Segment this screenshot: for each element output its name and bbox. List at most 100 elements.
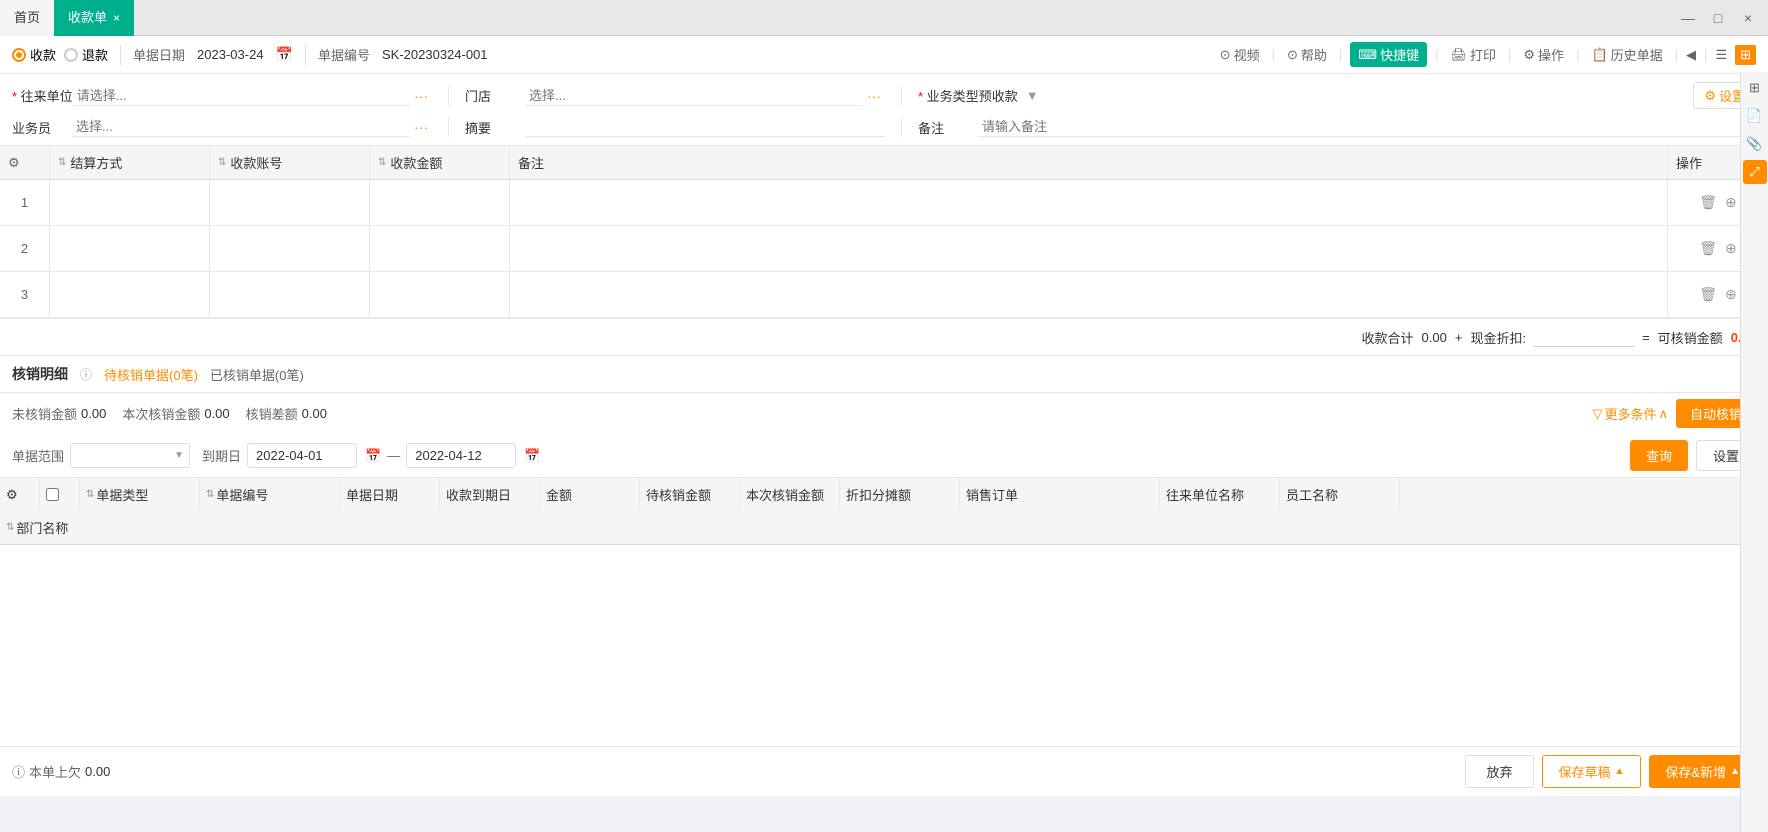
print-btn[interactable]: 🖨 打印 — [1446, 43, 1500, 66]
bottom-bar: ⓘ 本单上欠 0.00 放弃 保存草稿 ▲ 保存&新增 ▲ — [0, 746, 1768, 796]
bth-docdate: 单据日期 — [340, 478, 440, 511]
form-area: 往来单位 ··· 门店 ··· 业务类型 预收款 ▼ ⚙ — [0, 74, 1768, 146]
select-all-checkbox[interactable] — [46, 488, 59, 501]
form-row-1: 往来单位 ··· 门店 ··· 业务类型 预收款 ▼ ⚙ — [12, 82, 1756, 109]
bth-type: ⇅ 单据类型 — [80, 478, 200, 511]
history-icon: 📋 — [1591, 47, 1607, 63]
row-3-settle[interactable] — [50, 272, 210, 317]
filter-icon: ▽ — [1592, 406, 1602, 422]
rp-attachment-icon[interactable]: 📎 — [1743, 132, 1767, 156]
date-from-input[interactable] — [247, 443, 357, 468]
bth-discount: 折扣分摊额 — [840, 478, 960, 511]
row-1-remark[interactable] — [510, 180, 1668, 225]
maximize-button[interactable]: □ — [1706, 6, 1730, 30]
range-select[interactable] — [70, 443, 190, 468]
bth-duedate: 收款到期日 — [440, 478, 540, 511]
tab-bar: 首页 收款单 × — □ × — [0, 0, 1768, 36]
nav-prev-icon[interactable]: ◀ — [1686, 47, 1696, 63]
bth-pending: 待核销金额 — [640, 478, 740, 511]
biz-dropdown-icon[interactable]: ▼ — [1026, 88, 1039, 103]
list-view-icon[interactable]: ☰ — [1715, 47, 1727, 63]
note-label: 备注 — [918, 118, 978, 137]
discount-input[interactable] — [1534, 327, 1634, 347]
bth-checkbox[interactable] — [40, 478, 80, 511]
date-to-input[interactable] — [406, 443, 516, 468]
summary-label: 摘要 — [465, 118, 525, 137]
row-1-num: 1 — [0, 180, 50, 225]
row-2-settle[interactable] — [50, 226, 210, 271]
close-button[interactable]: × — [1736, 6, 1760, 30]
partner-input[interactable] — [73, 86, 410, 106]
bth-partner: 往来单位名称 — [1160, 478, 1280, 511]
employee-more-icon[interactable]: ··· — [410, 119, 432, 135]
calendar-icon[interactable]: 📅 — [276, 46, 293, 63]
sep-2 — [901, 86, 902, 106]
tab-home[interactable]: 首页 — [0, 0, 54, 36]
summary-input[interactable] — [525, 117, 885, 137]
form-row-2: 业务员 ··· 摘要 备注 — [12, 117, 1756, 137]
video-btn[interactable]: ⊙ 视频 — [1216, 43, 1264, 66]
sort-dept-icon: ⇅ — [6, 522, 14, 533]
row-2-delete-icon[interactable]: 🗑 — [1699, 240, 1717, 257]
equals-sign: = — [1642, 330, 1650, 345]
rp-expand-icon[interactable]: ⤢ — [1743, 160, 1767, 184]
shop-more-icon[interactable]: ··· — [863, 88, 885, 104]
employee-input[interactable] — [72, 117, 410, 137]
history-btn[interactable]: 📋 历史单据 — [1587, 43, 1666, 66]
draft-btn[interactable]: 保存草稿 ▲ — [1542, 755, 1642, 788]
help-btn[interactable]: ⊙ 帮助 — [1283, 43, 1331, 66]
query-btn[interactable]: 查询 — [1630, 440, 1688, 471]
rp-doc-icon[interactable]: 📄 — [1743, 104, 1767, 128]
pending-tab[interactable]: 待核销单据(0笔) — [104, 365, 198, 384]
shop-input[interactable] — [525, 86, 863, 106]
table-row: 2 🗑 ⊕ — [0, 226, 1768, 272]
unreconciled-stat: 未核销金额 0.00 — [12, 404, 106, 423]
row-1-settle[interactable] — [50, 180, 210, 225]
tab-close-icon[interactable]: × — [113, 0, 120, 36]
more-conditions-btn[interactable]: ▽ 更多条件 ∧ — [1592, 404, 1668, 423]
row-2-remark[interactable] — [510, 226, 1668, 271]
minimize-button[interactable]: — — [1676, 6, 1700, 30]
done-tab[interactable]: 已核销单据(0笔) — [210, 365, 304, 384]
row-1-account[interactable] — [210, 180, 370, 225]
save-arrow-icon: ▲ — [1730, 766, 1740, 777]
filter-right: 查询 设置 — [1630, 440, 1756, 471]
rp-table-icon[interactable]: ⊞ — [1743, 76, 1767, 100]
row-2-copy-icon[interactable]: ⊕ — [1725, 240, 1737, 257]
row-3-amount[interactable] — [370, 272, 510, 317]
gear-icon[interactable]: ⚙ — [8, 155, 20, 171]
cal-to-icon[interactable]: 📅 — [524, 448, 540, 464]
summary-row: 收款合计 0.00 + 现金折扣: = 可核销金额 0.00 — [0, 319, 1768, 356]
info-icon[interactable]: ⓘ — [80, 366, 92, 383]
row-1-amount[interactable] — [370, 180, 510, 225]
radio-receipt[interactable]: 收款 — [12, 45, 56, 64]
btable-gear-icon[interactable]: ⚙ — [6, 487, 18, 503]
row-3-remark[interactable] — [510, 272, 1668, 317]
operation-btn[interactable]: ⚙ 操作 — [1519, 43, 1568, 66]
note-input[interactable] — [978, 117, 1756, 137]
row-1-copy-icon[interactable]: ⊕ — [1725, 194, 1737, 211]
discard-btn[interactable]: 放弃 — [1465, 755, 1533, 788]
shortcut-btn[interactable]: ⌨ 快捷键 — [1350, 42, 1427, 67]
cal-from-icon[interactable]: 📅 — [365, 448, 381, 464]
radio-refund[interactable]: 退款 — [64, 45, 108, 64]
tab-receipt[interactable]: 收款单 × — [54, 0, 134, 36]
total-label: 收款合计 — [1362, 328, 1414, 347]
discount-label: 现金折扣: — [1470, 328, 1526, 347]
row-1-delete-icon[interactable]: 🗑 — [1699, 194, 1717, 211]
reconcile-header: 核销明细 ⓘ 待核销单据(0笔) 已核销单据(0笔) — [0, 356, 1768, 393]
row-2-account[interactable] — [210, 226, 370, 271]
th-gear[interactable]: ⚙ — [0, 146, 50, 179]
bth-gear[interactable]: ⚙ — [0, 478, 40, 511]
docnum-label: 单据编号 — [318, 45, 370, 64]
divider-2 — [305, 45, 306, 65]
partner-more-icon[interactable]: ··· — [410, 88, 432, 104]
grid-view-icon[interactable]: ⊞ — [1735, 45, 1756, 65]
row-3-copy-icon[interactable]: ⊕ — [1725, 286, 1737, 303]
row-3-account[interactable] — [210, 272, 370, 317]
row-2-amount[interactable] — [370, 226, 510, 271]
radio-refund-dot — [64, 48, 78, 62]
radio-receipt-dot — [12, 48, 26, 62]
sep-3 — [448, 117, 449, 137]
row-3-delete-icon[interactable]: 🗑 — [1699, 286, 1717, 303]
